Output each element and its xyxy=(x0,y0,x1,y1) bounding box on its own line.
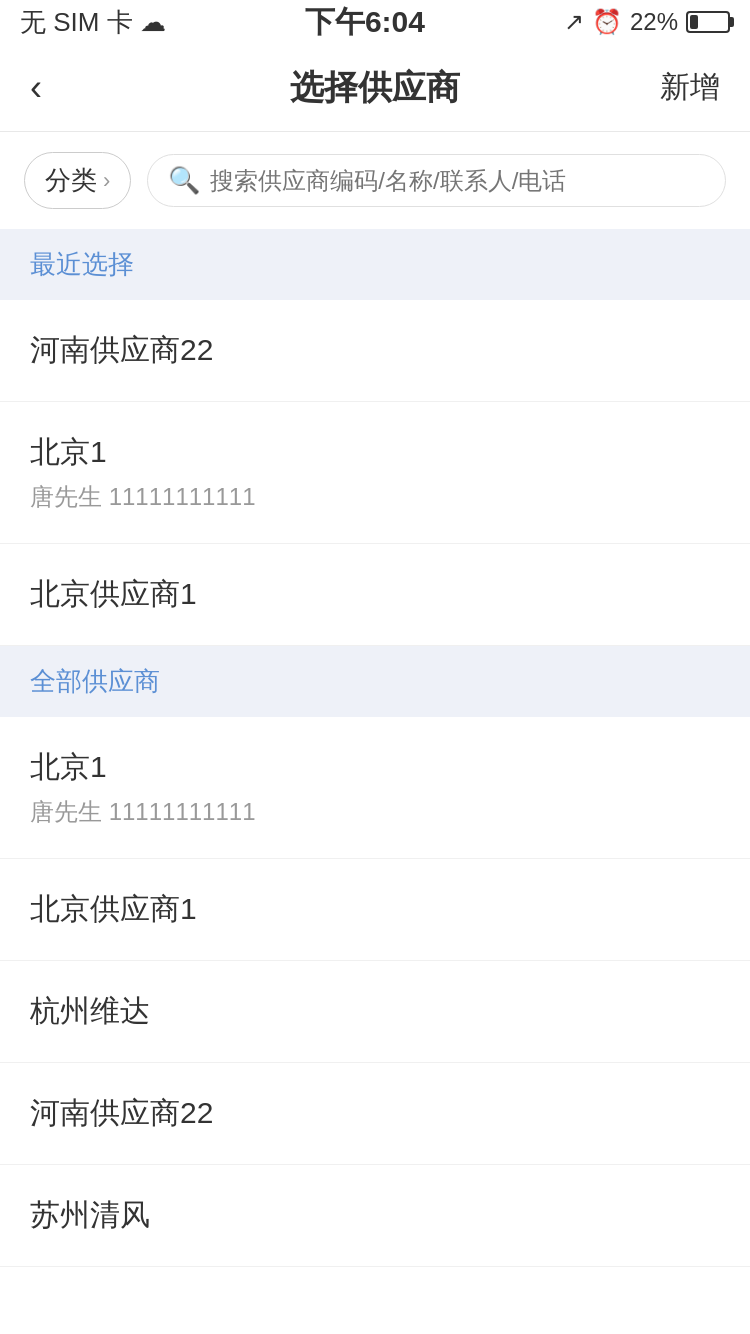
list-item[interactable]: 苏州清风 xyxy=(0,1165,750,1267)
recent-section-header: 最近选择 xyxy=(0,229,750,300)
nav-bar: ‹ 选择供应商 新增 xyxy=(0,44,750,132)
location-icon: ↗ xyxy=(564,8,584,36)
list-item[interactable]: 北京1 唐先生 11111111111 xyxy=(0,717,750,859)
list-item[interactable]: 河南供应商22 xyxy=(0,1063,750,1165)
list-item[interactable]: 河南供应商22 xyxy=(0,300,750,402)
alarm-icon: ⏰ xyxy=(592,8,622,36)
list-item[interactable]: 杭州维达 xyxy=(0,961,750,1063)
sim-status: 无 SIM 卡 ☁ xyxy=(20,5,166,40)
status-bar: 无 SIM 卡 ☁ 下午6:04 ↗ ⏰ 22% xyxy=(0,0,750,44)
category-label: 分类 xyxy=(45,163,97,198)
page-title: 选择供应商 xyxy=(290,65,460,111)
recent-items-list: 河南供应商22 北京1 唐先生 11111111111 北京供应商1 xyxy=(0,300,750,646)
item-name: 北京供应商1 xyxy=(30,889,720,930)
chevron-right-icon: › xyxy=(103,168,110,194)
filter-bar: 分类 › 🔍 xyxy=(0,132,750,229)
item-name: 河南供应商22 xyxy=(30,330,720,371)
all-section-title: 全部供应商 xyxy=(30,666,160,696)
add-button[interactable]: 新增 xyxy=(660,67,720,108)
battery-icon xyxy=(686,11,730,33)
all-items-list: 北京1 唐先生 11111111111 北京供应商1 杭州维达河南供应商22 苏州清风 xyxy=(0,717,750,1267)
status-left: 无 SIM 卡 ☁ xyxy=(20,5,166,40)
category-filter-button[interactable]: 分类 › xyxy=(24,152,131,209)
all-section-header: 全部供应商 xyxy=(0,646,750,717)
search-box[interactable]: 🔍 xyxy=(147,154,726,207)
search-input[interactable] xyxy=(210,167,705,195)
list-item[interactable]: 北京供应商1 xyxy=(0,859,750,961)
item-name: 北京供应商1 xyxy=(30,574,720,615)
recent-section-title: 最近选择 xyxy=(30,249,134,279)
status-time: 下午6:04 xyxy=(305,2,425,43)
list-item[interactable]: 北京供应商1 xyxy=(0,544,750,646)
item-name: 北京1 xyxy=(30,432,720,473)
item-sub: 唐先生 11111111111 xyxy=(30,481,720,513)
item-name: 苏州清风 xyxy=(30,1195,720,1236)
item-name: 河南供应商22 xyxy=(30,1093,720,1134)
item-sub: 唐先生 11111111111 xyxy=(30,796,720,828)
search-icon: 🔍 xyxy=(168,165,200,196)
status-right: ↗ ⏰ 22% xyxy=(564,8,730,36)
item-name: 北京1 xyxy=(30,747,720,788)
back-button[interactable]: ‹ xyxy=(30,67,90,109)
list-item[interactable]: 北京1 唐先生 11111111111 xyxy=(0,402,750,544)
battery-percent: 22% xyxy=(630,8,678,36)
item-name: 杭州维达 xyxy=(30,991,720,1032)
